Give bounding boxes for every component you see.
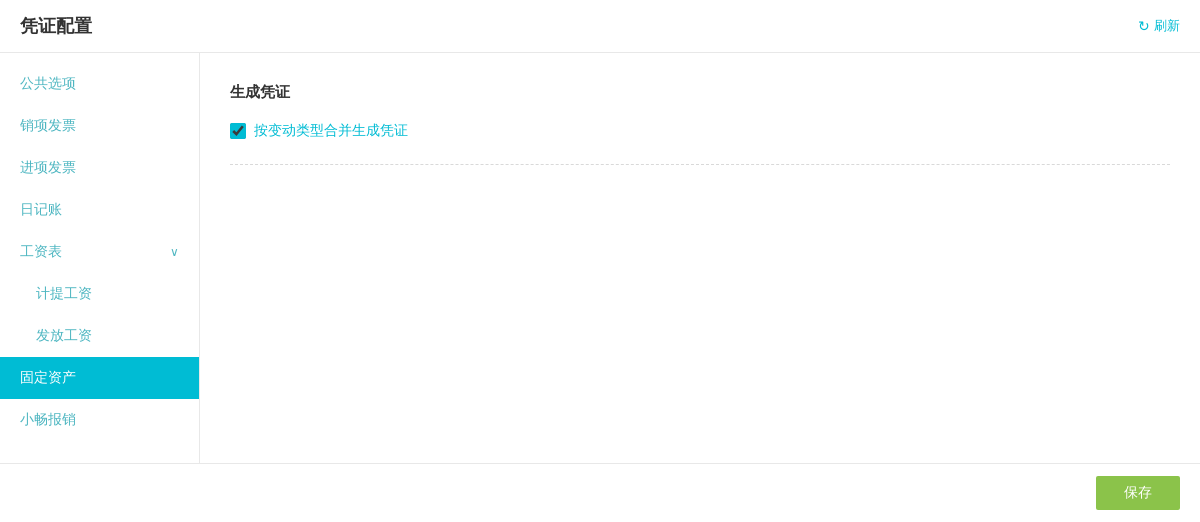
header: 凭证配置 ↻ 刷新 (0, 0, 1200, 53)
sidebar-item-issue-salary[interactable]: 发放工资 (0, 315, 199, 357)
footer: 保存 (0, 463, 1200, 522)
page-wrapper: 凭证配置 ↻ 刷新 公共选项销项发票进项发票日记账工资表 ∨ 计提工资发放工资固定资… (0, 0, 1200, 522)
sidebar-item-diary[interactable]: 日记账 (0, 189, 199, 231)
section-title: 生成凭证 (230, 83, 1170, 102)
sidebar-item-calc-salary[interactable]: 计提工资 (0, 273, 199, 315)
sidebar-item-label: 小畅报销 (20, 411, 76, 429)
save-button[interactable]: 保存 (1096, 476, 1180, 510)
refresh-label: 刷新 (1154, 17, 1180, 35)
sidebar-item-public-options[interactable]: 公共选项 (0, 63, 199, 105)
sidebar-item-label: 公共选项 (20, 75, 76, 93)
sidebar: 公共选项销项发票进项发票日记账工资表 ∨ 计提工资发放工资固定资产小畅报销 (0, 53, 200, 463)
sidebar-item-expense-report[interactable]: 小畅报销 (0, 399, 199, 441)
sidebar-item-purchase-invoice[interactable]: 进项发票 (0, 147, 199, 189)
sidebar-item-payroll[interactable]: 工资表 ∨ (0, 231, 199, 273)
sidebar-item-label: 日记账 (20, 201, 62, 219)
sidebar-item-label: 发放工资 (36, 327, 92, 345)
main-content: 公共选项销项发票进项发票日记账工资表 ∨ 计提工资发放工资固定资产小畅报销 生成凭证… (0, 53, 1200, 463)
sidebar-item-label: 固定资产 (20, 369, 76, 387)
checkbox-row: 按变动类型合并生成凭证 (230, 122, 1170, 140)
content-area: 生成凭证 按变动类型合并生成凭证 (200, 53, 1200, 463)
refresh-icon: ↻ (1138, 18, 1150, 34)
chevron-down-icon: ∨ (170, 245, 179, 259)
merge-checkbox-label[interactable]: 按变动类型合并生成凭证 (254, 122, 408, 140)
section-divider (230, 164, 1170, 165)
sidebar-item-label: 计提工资 (36, 285, 92, 303)
sidebar-item-fixed-assets[interactable]: 固定资产 (0, 357, 199, 399)
sidebar-item-label: 工资表 (20, 243, 62, 261)
refresh-button[interactable]: ↻ 刷新 (1138, 17, 1180, 35)
merge-checkbox[interactable] (230, 123, 246, 139)
sidebar-item-label: 销项发票 (20, 117, 76, 135)
sidebar-item-sales-invoice[interactable]: 销项发票 (0, 105, 199, 147)
page-title: 凭证配置 (20, 14, 92, 38)
sidebar-item-label: 进项发票 (20, 159, 76, 177)
